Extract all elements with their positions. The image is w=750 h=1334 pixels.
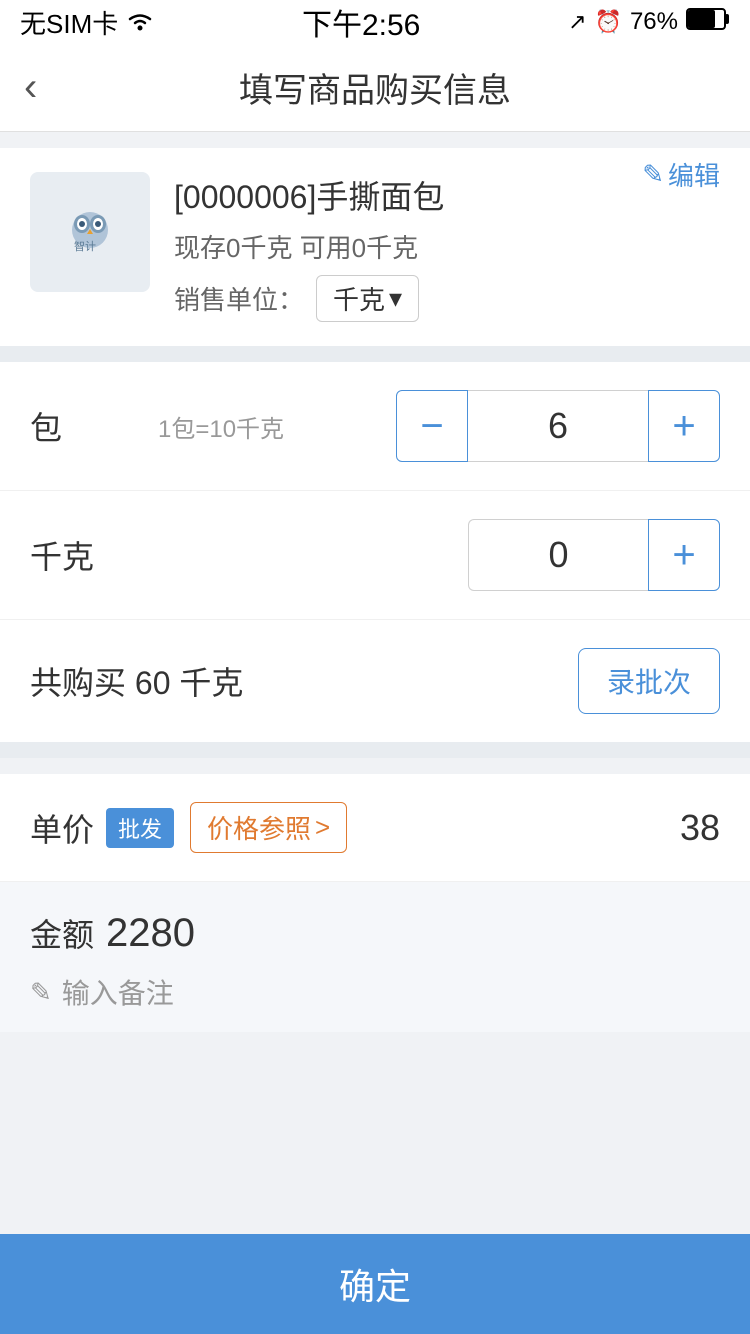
price-ref-arrow: > <box>315 812 330 843</box>
section-divider-2 <box>0 742 750 758</box>
summary-prefix: 共购买 <box>30 665 135 701</box>
nav-bar: ‹ 填写商品购买信息 <box>0 44 750 132</box>
product-info: [0000006]手撕面包 现存0千克 可用0千克 销售单位： 千克 ▾ <box>174 172 720 322</box>
unit-value: 千克 <box>333 280 385 317</box>
price-ref-label: 价格参照 <box>207 809 311 846</box>
remark-placeholder: 输入备注 <box>62 972 174 1012</box>
summary-row: 共购买 60 千克 录批次 <box>0 620 750 742</box>
confirm-label: 确定 <box>339 1258 411 1310</box>
battery-percent: 76% <box>630 8 678 36</box>
amount-value: 2280 <box>106 911 195 956</box>
time-label: 下午2:56 <box>302 0 420 44</box>
kg-value-input[interactable] <box>468 519 648 591</box>
price-tag: 批发 <box>106 808 174 848</box>
amount-row: 金额 2280 <box>30 910 720 956</box>
package-value-input[interactable] <box>468 390 648 462</box>
status-bar: 无SIM卡 下午2:56 ↗ ⏰ 76% <box>0 0 750 44</box>
page-title: 填写商品购买信息 <box>239 63 511 112</box>
edit-label: 编辑 <box>668 156 720 193</box>
price-label: 单价 <box>30 805 94 851</box>
carrier-label: 无SIM卡 <box>20 4 118 41</box>
batch-button[interactable]: 录批次 <box>578 648 720 714</box>
remark-row[interactable]: ✎ 输入备注 <box>30 972 720 1012</box>
pencil-icon: ✎ <box>30 977 52 1008</box>
dropdown-arrow: ▾ <box>389 283 402 314</box>
summary-amount: 60 <box>135 665 179 701</box>
package-input-row: 包 1包=10千克 − + <box>0 362 750 491</box>
price-value: 38 <box>680 807 720 849</box>
svg-text:智计: 智计 <box>74 239 96 253</box>
kg-input-row: 千克 + <box>0 491 750 620</box>
product-stock: 现存0千克 可用0千克 <box>174 228 720 265</box>
edit-button[interactable]: ✎ 编辑 <box>642 156 720 193</box>
product-card: 智计 [0000006]手撕面包 现存0千克 可用0千克 销售单位： 千克 ▾ … <box>0 132 750 346</box>
package-plus-button[interactable]: + <box>648 390 720 462</box>
package-minus-button[interactable]: − <box>396 390 468 462</box>
kg-label: 千克 <box>30 532 150 578</box>
package-label: 包 <box>30 403 150 449</box>
alarm-icon: ⏰ <box>595 9 622 35</box>
edit-icon: ✎ <box>642 159 664 190</box>
product-unit-row: 销售单位： 千克 ▾ <box>174 275 720 322</box>
amount-section: 金额 2280 ✎ 输入备注 <box>0 882 750 1032</box>
price-ref-button[interactable]: 价格参照 > <box>190 802 347 853</box>
package-input-section: 包 1包=10千克 − + 千克 + <box>0 362 750 620</box>
product-thumbnail: 智计 <box>30 172 150 292</box>
bottom-spacer <box>0 1032 750 1234</box>
package-sublabel: 1包=10千克 <box>158 409 284 444</box>
product-name: [0000006]手撕面包 <box>174 172 720 218</box>
summary-unit: 千克 <box>179 665 243 701</box>
confirm-button[interactable]: 确定 <box>0 1234 750 1334</box>
wifi-icon <box>126 7 154 38</box>
kg-plus-button[interactable]: + <box>648 519 720 591</box>
price-row: 单价 批发 价格参照 > 38 <box>0 774 750 882</box>
package-controls: − + <box>396 390 720 462</box>
back-button[interactable]: ‹ <box>24 65 37 110</box>
price-section: 单价 批发 价格参照 > 38 <box>0 774 750 882</box>
battery-icon <box>686 8 730 37</box>
status-right: ↗ ⏰ 76% <box>568 8 730 37</box>
section-divider-1 <box>0 346 750 362</box>
unit-label: 销售单位： <box>174 280 304 317</box>
status-left: 无SIM卡 <box>20 4 154 41</box>
unit-dropdown[interactable]: 千克 ▾ <box>316 275 419 322</box>
kg-controls: + <box>468 519 720 591</box>
summary-text: 共购买 60 千克 <box>30 658 243 704</box>
product-logo: 智计 <box>60 196 120 268</box>
amount-label: 金额 <box>30 910 94 956</box>
location-icon: ↗ <box>568 9 586 35</box>
